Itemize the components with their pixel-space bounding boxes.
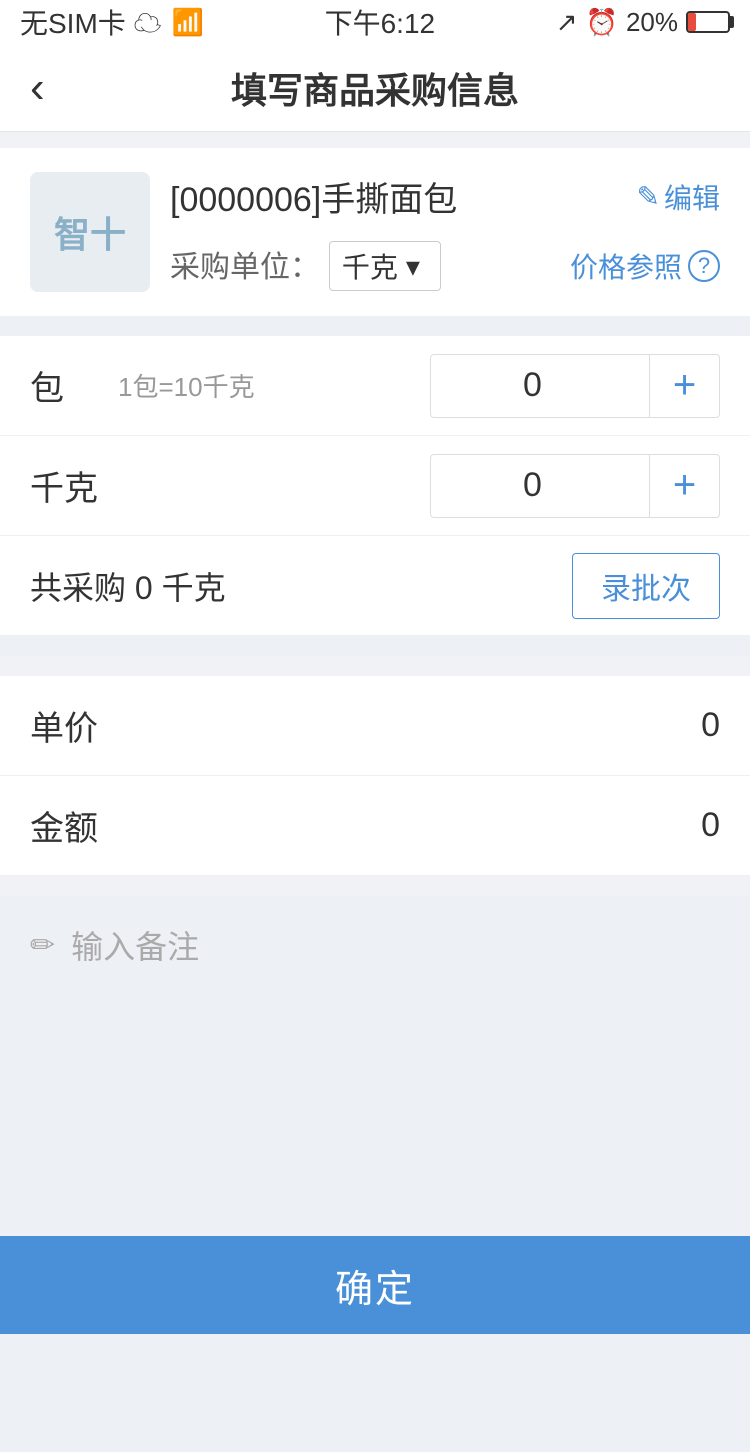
edit-button[interactable]: ✎ 编辑 [637, 177, 720, 217]
price-ref-button[interactable]: 价格参照 ? [570, 246, 720, 286]
section-divider-2 [0, 636, 750, 656]
bao-row: 包 1包=10千克 + [0, 336, 750, 436]
page-title: 填写商品采购信息 [231, 62, 519, 114]
nav-bar: ‹ 填写商品采购信息 [0, 44, 750, 132]
status-time: 下午6:12 [325, 2, 436, 42]
battery-tip [730, 16, 734, 28]
unit-price-label: 单价 [30, 701, 98, 750]
info-icon: ? [688, 250, 720, 282]
status-bar: 无SIM卡 ☁ 📶 下午6:12 ↗ ⏰ 20% [0, 0, 750, 44]
price-section: 单价 0 金额 0 [0, 676, 750, 876]
back-button[interactable]: ‹ [30, 66, 45, 110]
bao-label: 包 [30, 361, 110, 410]
product-logo: 智十 [54, 206, 126, 258]
status-left: 无SIM卡 ☁ 📶 [20, 2, 204, 42]
edit-label: 编辑 [664, 177, 720, 217]
pencil-icon: ✏ [30, 928, 55, 963]
unit-row: 采购单位： 千克 ▾ 价格参照 ? [170, 241, 720, 291]
product-info: [0000006]手撕面包 ✎ 编辑 采购单位： 千克 ▾ 价格参照 ? [170, 172, 720, 291]
kg-input[interactable] [430, 454, 650, 518]
bao-input-group: + [430, 354, 720, 418]
location-icon: ↗ [556, 7, 578, 38]
price-ref-label: 价格参照 [570, 246, 682, 286]
unit-value: 千克 [342, 246, 398, 286]
battery-icon [686, 11, 730, 33]
record-batch-button[interactable]: 录批次 [572, 553, 720, 619]
kg-row: 千克 + [0, 436, 750, 536]
unit-price-value: 0 [701, 706, 720, 745]
edit-icon: ✎ [637, 180, 660, 213]
product-name-row: [0000006]手撕面包 ✎ 编辑 [170, 172, 720, 221]
input-section: 包 1包=10千克 + 千克 + 共采购 0 千克 录批次 [0, 336, 750, 636]
kg-plus-button[interactable]: + [650, 454, 720, 518]
product-image: 智十 [30, 172, 150, 292]
amount-value: 0 [701, 806, 720, 845]
confirm-label: 确定 [335, 1258, 415, 1313]
bao-sublabel: 1包=10千克 [118, 367, 255, 404]
kg-input-group: + [430, 454, 720, 518]
product-card: 智十 [0000006]手撕面包 ✎ 编辑 采购单位： 千克 ▾ 价格参照 ? [0, 148, 750, 316]
product-name: [0000006]手撕面包 [170, 172, 457, 221]
kg-label: 千克 [30, 461, 110, 510]
section-divider-1 [0, 316, 750, 336]
alarm-icon: ⏰ [586, 7, 618, 38]
unit-label: 采购单位： [170, 251, 320, 284]
summary-text: 共采购 0 千克 [30, 563, 226, 609]
battery-fill [688, 13, 696, 31]
amount-row: 金额 0 [0, 776, 750, 876]
unit-select[interactable]: 千克 ▾ [329, 241, 441, 291]
dropdown-icon: ▾ [406, 250, 420, 283]
wifi-icon: 📶 [172, 7, 204, 38]
remark-section[interactable]: ✏ 输入备注 [0, 896, 750, 994]
remark-placeholder: 输入备注 [71, 922, 199, 968]
summary-row: 共采购 0 千克 录批次 [0, 536, 750, 636]
bao-plus-button[interactable]: + [650, 354, 720, 418]
confirm-button[interactable]: 确定 [0, 1236, 750, 1334]
bottom-padding [0, 1354, 750, 1452]
unit-left: 采购单位： 千克 ▾ [170, 241, 441, 291]
status-right: ↗ ⏰ 20% [556, 7, 730, 38]
battery-percentage: 20% [626, 7, 678, 38]
no-sim-label: 无SIM卡 ☁ [20, 2, 162, 42]
bao-input[interactable] [430, 354, 650, 418]
amount-label: 金额 [30, 801, 98, 850]
unit-price-row: 单价 0 [0, 676, 750, 776]
